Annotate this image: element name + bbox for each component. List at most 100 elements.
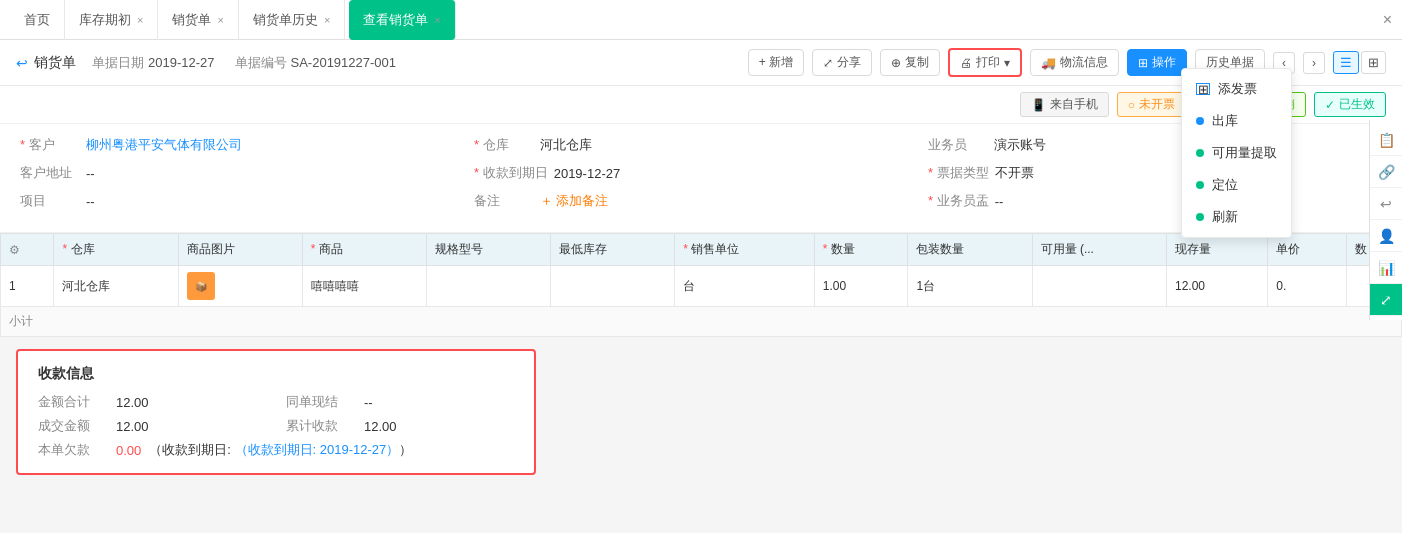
tab-view-sales[interactable]: 查看销货单 × [349, 0, 455, 40]
staff-field: 业务员 演示账号 [928, 136, 1382, 154]
share-button[interactable]: ⤢ 分享 [812, 49, 872, 76]
col-product-img: 商品图片 [178, 234, 302, 266]
customer-value[interactable]: 柳州粤港平安气体有限公司 [86, 136, 242, 154]
warehouse-out-item[interactable]: 出库 [1182, 105, 1291, 137]
sidebar-chart-icon[interactable]: 📊 [1370, 252, 1402, 284]
warehouse-out-dot [1196, 117, 1204, 125]
row-quantity: 1.00 [814, 266, 908, 307]
subtotal-row: 小计 [1, 307, 1402, 337]
row-pack-qty: 1台 [908, 266, 1032, 307]
tab-sales[interactable]: 销货单 × [158, 0, 238, 40]
next-record-btn[interactable]: › [1303, 52, 1325, 74]
row-available [1032, 266, 1166, 307]
add-note-btn[interactable]: ＋ 添加备注 [540, 192, 608, 210]
new-button[interactable]: + 新增 [748, 49, 804, 76]
ticket-type-value: 不开票 [995, 164, 1034, 182]
close-sales-tab[interactable]: × [217, 14, 223, 26]
add-invoice-item[interactable]: ⊞ 添发票 [1182, 73, 1291, 105]
operate-button[interactable]: ⊞ 操作 [1127, 49, 1187, 76]
col-product: * 商品 [302, 234, 426, 266]
deal-amount-row: 成交金额 12.00 [38, 417, 266, 435]
col-pack-qty: 包装数量 [908, 234, 1032, 266]
payment-date-label: 收款到期日 [474, 164, 548, 182]
col-available: 可用量 (... [1032, 234, 1166, 266]
staff2-value: -- [995, 194, 1004, 209]
doc-type-label: 销货单 [34, 54, 76, 72]
row-min-stock [551, 266, 675, 307]
list-view-btn[interactable]: ☰ [1333, 51, 1359, 74]
close-inventory-tab[interactable]: × [137, 14, 143, 26]
sidebar-user-icon[interactable]: 👤 [1370, 220, 1402, 252]
col-quantity: * 数量 [814, 234, 908, 266]
print-dropdown-icon: ▾ [1004, 56, 1010, 70]
available-dot [1196, 149, 1204, 157]
form-row-3: 项目 -- 备注 ＋ 添加备注 业务员盂 -- [20, 192, 1382, 210]
sales-order-icon: ↩ [16, 55, 28, 71]
warehouse-label: 仓库 [474, 136, 534, 154]
logistics-button[interactable]: 🚚 物流信息 [1030, 49, 1119, 76]
doc-date-field: 单据日期 2019-12-27 [92, 54, 215, 72]
close-view-tab[interactable]: × [434, 14, 440, 26]
accumulated-row: 累计收款 12.00 [286, 417, 514, 435]
effective-icon: ✓ [1325, 98, 1335, 112]
project-field: 项目 -- [20, 192, 474, 210]
col-min-stock: 最低库存 [551, 234, 675, 266]
available-fetch-item[interactable]: 可用量提取 [1182, 137, 1291, 169]
from-phone-badge[interactable]: 📱 来自手机 [1020, 92, 1109, 117]
effective-badge[interactable]: ✓ 已生效 [1314, 92, 1386, 117]
note-field: 备注 ＋ 添加备注 [474, 192, 928, 210]
payment-date-value: 2019-12-27 [554, 166, 621, 181]
row-product: 嘻嘻嘻嘻 [302, 266, 426, 307]
col-spec: 规格型号 [427, 234, 551, 266]
locate-dot [1196, 181, 1204, 189]
warehouse-value: 河北仓库 [540, 136, 592, 154]
print-button[interactable]: 🖨 打印 ▾ [948, 48, 1022, 77]
sidebar-return-icon[interactable]: ↩ [1370, 188, 1402, 220]
col-stock: 现存量 [1167, 234, 1268, 266]
sidebar-expand-icon[interactable]: ⤢ [1370, 284, 1402, 316]
row-unit: 台 [675, 266, 814, 307]
row-stock: 12.00 [1167, 266, 1268, 307]
row-unit-price: 0. [1268, 266, 1346, 307]
project-value: -- [86, 194, 95, 209]
row-warehouse: 河北仓库 [54, 266, 178, 307]
payment-info-box: 收款信息 金额合计 12.00 同单现结 -- 成交金额 12.00 累计收款 … [16, 349, 536, 475]
ticket-type-label: 票据类型 [928, 164, 989, 182]
project-label: 项目 [20, 192, 80, 210]
settings-icon: ⚙ [9, 243, 20, 257]
address-label: 客户地址 [20, 164, 80, 182]
not-open-badge[interactable]: ○ 未开票 [1117, 92, 1186, 117]
tab-sales-history[interactable]: 销货单历史 × [239, 0, 345, 40]
sidebar-clipboard-icon[interactable]: 📋 [1370, 124, 1402, 156]
customer-field: 客户 柳州粤港平安气体有限公司 [20, 136, 474, 154]
staff2-field: 业务员盂 -- [928, 192, 1382, 210]
warehouse-field: 仓库 河北仓库 [474, 136, 928, 154]
doc-meta: 单据日期 2019-12-27 单据编号 SA-20191227-001 [92, 54, 396, 72]
sidebar-link-icon[interactable]: 🔗 [1370, 156, 1402, 188]
refresh-item[interactable]: 刷新 [1182, 201, 1291, 233]
staff2-label: 业务员盂 [928, 192, 989, 210]
same-order-row: 同单现结 -- [286, 393, 514, 411]
view-toggle: ☰ ⊞ [1333, 51, 1386, 74]
locate-item[interactable]: 定位 [1182, 169, 1291, 201]
col-unit-price: 单价 [1268, 234, 1346, 266]
row-no: 1 [1, 266, 54, 307]
phone-icon: 📱 [1031, 98, 1046, 112]
form-row-2: 客户地址 -- 收款到期日 2019-12-27 票据类型 不开票 [20, 164, 1382, 182]
print-icon: 🖨 [960, 56, 972, 70]
grid-view-btn[interactable]: ⊞ [1361, 51, 1386, 74]
product-thumbnail: 📦 [187, 272, 215, 300]
product-table: ⚙ * 仓库 商品图片 * 商品 规格型号 最低库存 * 销售单位 * 数量 包… [0, 233, 1402, 337]
window-close-btn[interactable]: × [1383, 11, 1392, 29]
doc-title: ↩ 销货单 [16, 54, 76, 72]
copy-button[interactable]: ⊕ 复制 [880, 49, 940, 76]
close-history-tab[interactable]: × [324, 14, 330, 26]
staff-label: 业务员 [928, 136, 988, 154]
tab-inventory[interactable]: 库存期初 × [65, 0, 158, 40]
amount-total-row: 金额合计 12.00 [38, 393, 266, 411]
col-gear[interactable]: ⚙ [1, 234, 54, 266]
ticket-icon: ○ [1128, 98, 1135, 112]
payment-grid: 金额合计 12.00 同单现结 -- 成交金额 12.00 累计收款 12.00… [38, 393, 514, 459]
tab-home[interactable]: 首页 [10, 0, 65, 40]
operate-icon: ⊞ [1138, 56, 1148, 70]
